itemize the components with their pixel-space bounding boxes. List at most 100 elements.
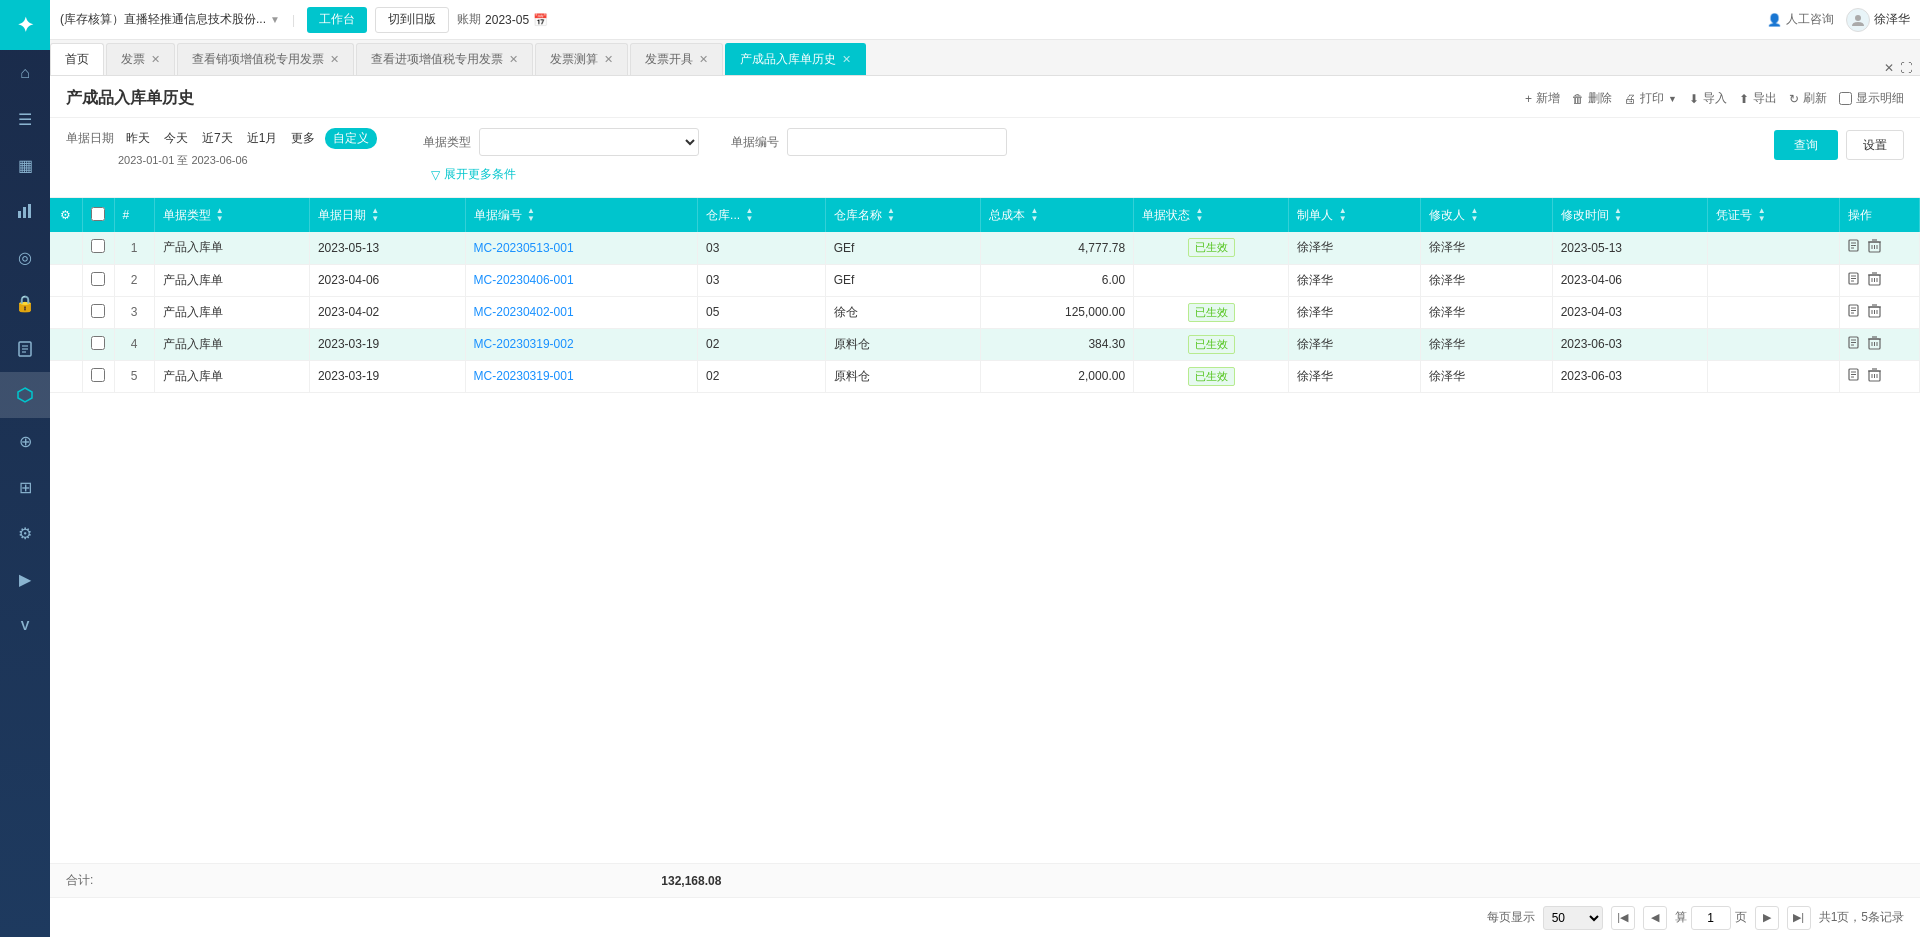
col-total-cost[interactable]: 总成本 ▲▼	[981, 198, 1134, 232]
select-all-checkbox[interactable]	[91, 207, 105, 221]
col-type[interactable]: 单据类型 ▲▼	[154, 198, 309, 232]
sidebar-item-link[interactable]: ⊞	[0, 464, 50, 510]
col-warehouse-name[interactable]: 仓库名称 ▲▼	[825, 198, 980, 232]
cell-status-2: 已生效	[1134, 296, 1289, 328]
cell-op-4	[1840, 360, 1920, 392]
type-filter-select[interactable]	[479, 128, 699, 156]
op-edit-icon-4[interactable]	[1848, 368, 1862, 385]
export-button[interactable]: ⬆ 导出	[1739, 90, 1777, 107]
page-number-input[interactable]	[1691, 906, 1731, 930]
op-edit-icon-2[interactable]	[1848, 304, 1862, 321]
op-delete-icon-0[interactable]	[1868, 239, 1881, 256]
tab-invoice-issue-close-icon[interactable]: ✕	[699, 53, 708, 66]
col-creator[interactable]: 制单人 ▲▼	[1289, 198, 1421, 232]
user-menu[interactable]: 徐泽华	[1846, 8, 1910, 32]
sidebar-item-chart[interactable]	[0, 188, 50, 234]
col-modifier[interactable]: 修改人 ▲▼	[1421, 198, 1553, 232]
cell-type-2: 产品入库单	[154, 296, 309, 328]
sidebar-item-inventory[interactable]	[0, 372, 50, 418]
tab-product-inbound[interactable]: 产成品入库单历史 ✕	[725, 43, 866, 75]
help-button[interactable]: 👤 人工咨询	[1767, 11, 1834, 28]
table-row: 3 产品入库单 2023-04-02 MC-20230402-001 05 徐仓…	[50, 296, 1920, 328]
print-button[interactable]: 🖨 打印 ▼	[1624, 90, 1677, 107]
page-size-select[interactable]: 50 20 100	[1543, 906, 1603, 930]
sidebar-item-lock[interactable]: 🔒	[0, 280, 50, 326]
sidebar-item-version[interactable]: V	[0, 602, 50, 648]
op-edit-icon-3[interactable]	[1848, 336, 1862, 353]
tab-invoice-calc-close-icon[interactable]: ✕	[604, 53, 613, 66]
sidebar-item-stamp[interactable]: ⊕	[0, 418, 50, 464]
tab-invoice[interactable]: 发票 ✕	[106, 43, 175, 75]
op-edit-icon-1[interactable]	[1848, 272, 1862, 289]
date-custom-btn[interactable]: 自定义	[325, 128, 377, 149]
tab-invoice-calc[interactable]: 发票测算 ✕	[535, 43, 628, 75]
cell-status-1	[1134, 264, 1289, 296]
tab-check-sales-close-icon[interactable]: ✕	[330, 53, 339, 66]
col-date[interactable]: 单据日期 ▲▼	[309, 198, 465, 232]
cell-number-1[interactable]: MC-20230406-001	[465, 264, 697, 296]
date-yesterday-btn[interactable]: 昨天	[122, 128, 154, 149]
refresh-button[interactable]: ↻ 刷新	[1789, 90, 1827, 107]
tabbar-close-all-icon[interactable]: ✕	[1884, 61, 1894, 75]
tab-check-input-vat[interactable]: 查看进项增值税专用发票 ✕	[356, 43, 533, 75]
row-checkbox-0[interactable]	[91, 239, 105, 253]
op-delete-icon-4[interactable]	[1868, 368, 1881, 385]
cell-seq-1: 2	[114, 264, 154, 296]
cell-number-3[interactable]: MC-20230319-002	[465, 328, 697, 360]
cell-number-4[interactable]: MC-20230319-001	[465, 360, 697, 392]
sidebar-item-stats[interactable]: ▦	[0, 142, 50, 188]
sidebar-item-report[interactable]	[0, 326, 50, 372]
cell-op-2	[1840, 296, 1920, 328]
col-status[interactable]: 单据状态 ▲▼	[1134, 198, 1289, 232]
switch-version-button[interactable]: 切到旧版	[375, 7, 449, 33]
period-calendar-icon[interactable]: 📅	[533, 13, 548, 27]
row-checkbox-1[interactable]	[91, 272, 105, 286]
tab-product-inbound-close-icon[interactable]: ✕	[842, 53, 851, 66]
data-table: ⚙ # 单据类型 ▲▼ 单据日期 ▲▼ 单据编号 ▲▼ 仓库... ▲▼ 仓库名…	[50, 198, 1920, 393]
delete-button[interactable]: 🗑 删除	[1572, 90, 1612, 107]
op-delete-icon-3[interactable]	[1868, 336, 1881, 353]
new-button[interactable]: + 新增	[1525, 90, 1560, 107]
sidebar-item-account[interactable]: ◎	[0, 234, 50, 280]
last-page-btn[interactable]: ▶|	[1787, 906, 1811, 930]
import-button[interactable]: ⬇ 导入	[1689, 90, 1727, 107]
cell-number-0[interactable]: MC-20230513-001	[465, 232, 697, 264]
tab-check-input-close-icon[interactable]: ✕	[509, 53, 518, 66]
next-page-btn[interactable]: ▶	[1755, 906, 1779, 930]
sidebar-item-settings[interactable]: ⚙	[0, 510, 50, 556]
col-modify-time[interactable]: 修改时间 ▲▼	[1552, 198, 1708, 232]
tab-check-sales-vat[interactable]: 查看销项增值税专用发票 ✕	[177, 43, 354, 75]
op-delete-icon-1[interactable]	[1868, 272, 1881, 289]
number-filter-input[interactable]	[787, 128, 1007, 156]
sidebar-item-home[interactable]: ⌂	[0, 50, 50, 96]
cell-number-2[interactable]: MC-20230402-001	[465, 296, 697, 328]
date-1month-btn[interactable]: 近1月	[243, 128, 282, 149]
op-delete-icon-2[interactable]	[1868, 304, 1881, 321]
expand-filter-btn[interactable]: ▽ 展开更多条件	[423, 162, 524, 187]
show-detail-checkbox-wrapper[interactable]: 显示明细	[1839, 90, 1904, 107]
tab-home[interactable]: 首页	[50, 43, 104, 75]
setting-button[interactable]: 设置	[1846, 130, 1904, 160]
row-checkbox-3[interactable]	[91, 336, 105, 350]
tabbar-fullscreen-icon[interactable]: ⛶	[1900, 61, 1912, 75]
show-detail-checkbox[interactable]	[1839, 92, 1852, 105]
row-checkbox-4[interactable]	[91, 368, 105, 382]
date-more-btn[interactable]: 更多	[287, 128, 319, 149]
prev-page-btn[interactable]: ◀	[1643, 906, 1667, 930]
first-page-btn[interactable]: |◀	[1611, 906, 1635, 930]
sidebar-item-video[interactable]: ▶	[0, 556, 50, 602]
tab-invoice-close-icon[interactable]: ✕	[151, 53, 160, 66]
col-warehouse-code[interactable]: 仓库... ▲▼	[698, 198, 826, 232]
date-today-btn[interactable]: 今天	[160, 128, 192, 149]
col-number[interactable]: 单据编号 ▲▼	[465, 198, 697, 232]
col-settings[interactable]: ⚙	[50, 198, 82, 232]
sidebar-item-docs[interactable]: ☰	[0, 96, 50, 142]
tab-invoice-issue[interactable]: 发票开具 ✕	[630, 43, 723, 75]
row-checkbox-2[interactable]	[91, 304, 105, 318]
workbench-button[interactable]: 工作台	[307, 7, 367, 33]
query-button[interactable]: 查询	[1774, 130, 1838, 160]
company-selector[interactable]: (库存核算）直播轻推通信息技术股份... ▼	[60, 11, 280, 28]
date-7days-btn[interactable]: 近7天	[198, 128, 237, 149]
col-voucher[interactable]: 凭证号 ▲▼	[1708, 198, 1840, 232]
op-edit-icon-0[interactable]	[1848, 239, 1862, 256]
